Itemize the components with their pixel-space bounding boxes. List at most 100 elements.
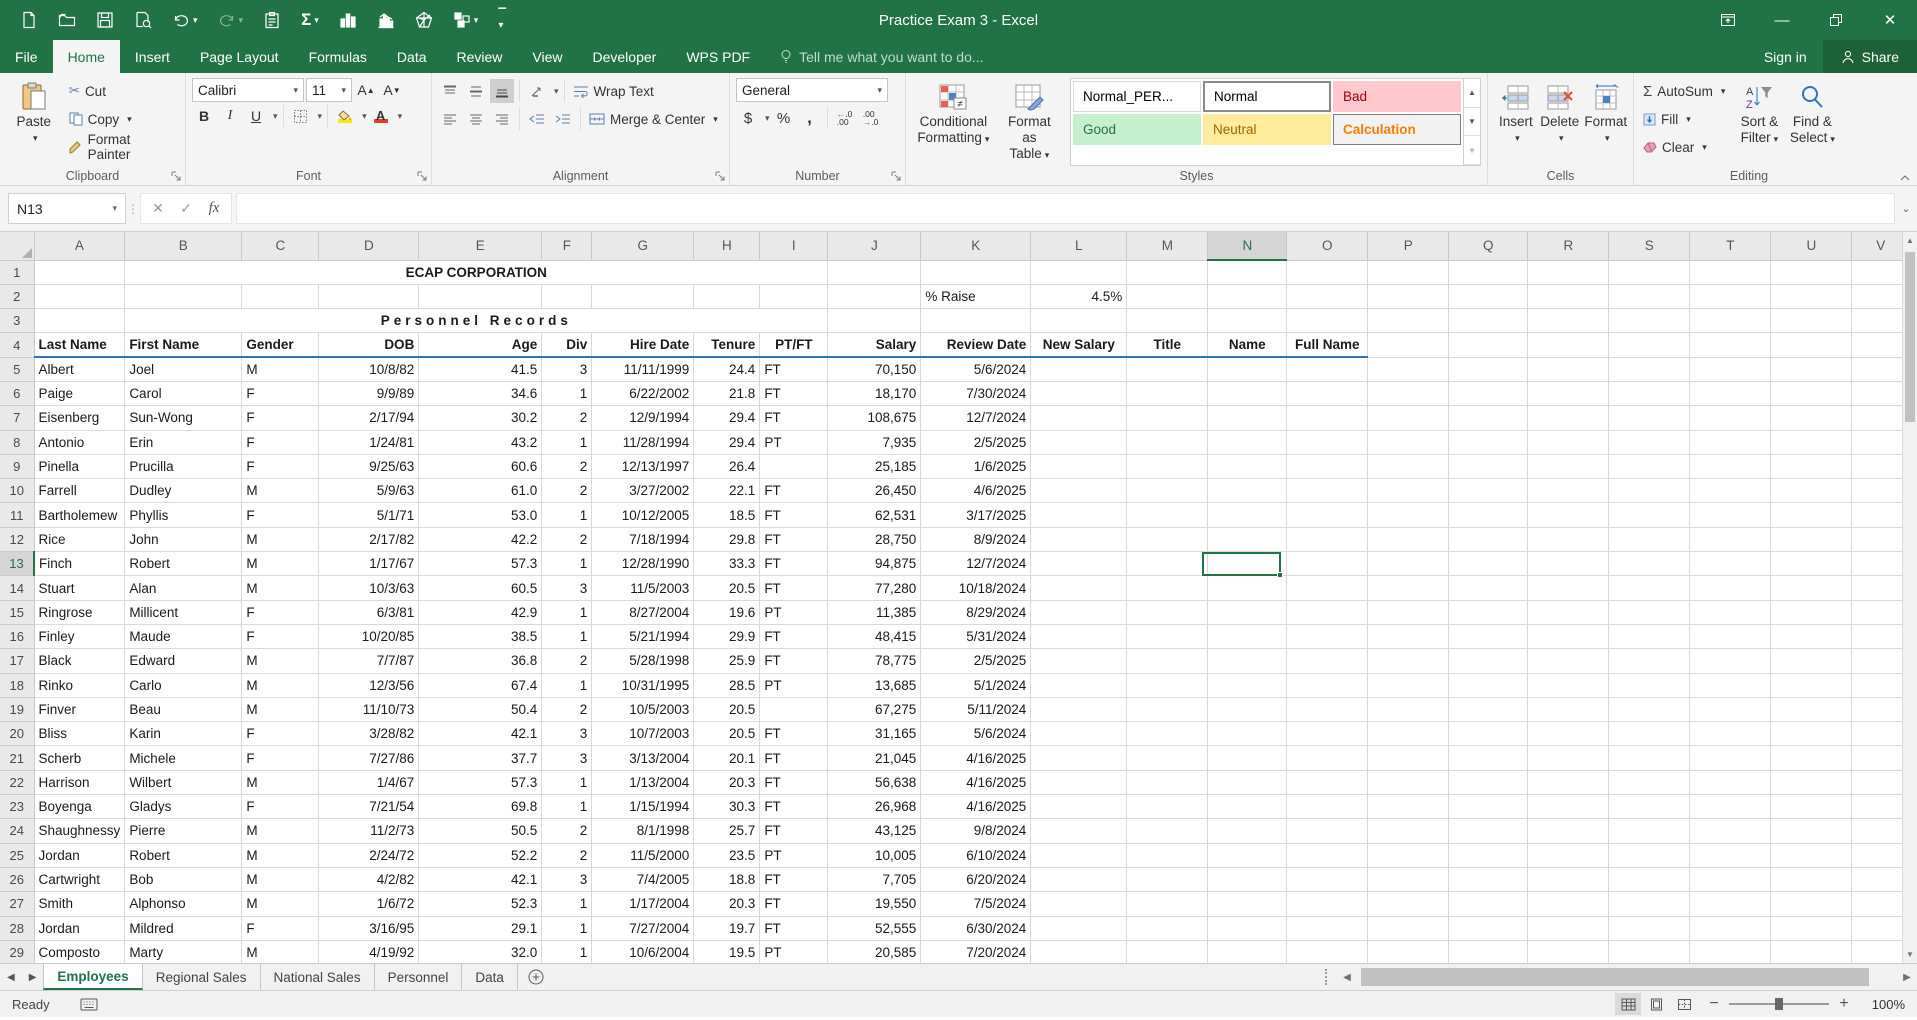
tab-data[interactable]: Data: [382, 40, 442, 73]
cell[interactable]: M: [242, 867, 319, 891]
cell[interactable]: M: [242, 479, 319, 503]
cell[interactable]: 42.9: [419, 600, 542, 624]
cell[interactable]: Robert: [125, 843, 242, 867]
cell[interactable]: 10/20/85: [319, 624, 419, 648]
cell[interactable]: Bob: [125, 867, 242, 891]
cell[interactable]: 7/5/2024: [921, 892, 1031, 916]
customize-qat-icon[interactable]: ▔▾: [488, 0, 516, 40]
cell[interactable]: 20.5: [694, 697, 760, 721]
tab-home[interactable]: Home: [53, 40, 120, 73]
cell[interactable]: Karin: [125, 722, 242, 746]
cell[interactable]: F: [242, 381, 319, 405]
column-header-D[interactable]: D: [319, 232, 419, 260]
cell[interactable]: 1: [542, 430, 592, 454]
row-header-22[interactable]: 22: [0, 770, 34, 794]
cell[interactable]: Jordan: [34, 843, 125, 867]
tab-view[interactable]: View: [517, 40, 577, 73]
row-header-27[interactable]: 27: [0, 892, 34, 916]
bold-button[interactable]: B: [192, 104, 216, 128]
cell[interactable]: 1/15/1994: [592, 795, 694, 819]
cell[interactable]: 7/20/2024: [921, 940, 1031, 963]
cell[interactable]: 3: [542, 357, 592, 381]
horizontal-scrollbar[interactable]: [1357, 964, 1897, 990]
cell[interactable]: 3: [542, 746, 592, 770]
cell[interactable]: 12/7/2024: [921, 552, 1031, 576]
field-header-pt-ft[interactable]: PT/FT: [760, 333, 828, 357]
cell[interactable]: 1/13/2004: [592, 770, 694, 794]
decrease-decimal-button[interactable]: .00→.0: [859, 106, 883, 130]
cell[interactable]: 57.3: [419, 770, 542, 794]
cell[interactable]: John: [125, 527, 242, 551]
cell[interactable]: F: [242, 454, 319, 478]
cell[interactable]: 67.4: [419, 673, 542, 697]
format-as-table-button[interactable]: Format asTable▾: [995, 78, 1064, 166]
styles-scroll-down-icon[interactable]: ▼: [1464, 108, 1480, 137]
cell[interactable]: 42.2: [419, 527, 542, 551]
cancel-icon[interactable]: ✕: [145, 200, 171, 217]
cell[interactable]: F: [242, 746, 319, 770]
delete-cells-button[interactable]: Delete▾: [1538, 78, 1582, 166]
cell[interactable]: Shaughnessy: [34, 819, 125, 843]
cell[interactable]: [760, 697, 828, 721]
cell[interactable]: 77,280: [828, 576, 921, 600]
row-header-13[interactable]: 13: [0, 552, 34, 576]
cell[interactable]: 62,531: [828, 503, 921, 527]
cell[interactable]: 60.6: [419, 454, 542, 478]
keyboard-icon[interactable]: [80, 998, 98, 1011]
cell[interactable]: Edward: [125, 649, 242, 673]
cell[interactable]: M: [242, 357, 319, 381]
cell-style-calculation[interactable]: Calculation: [1333, 114, 1461, 145]
cell[interactable]: 2: [542, 479, 592, 503]
row-header-5[interactable]: 5: [0, 357, 34, 381]
autosum-qat-icon[interactable]: Σ▾: [291, 0, 329, 40]
cell[interactable]: 4/19/92: [319, 940, 419, 963]
select-all-corner[interactable]: [22, 248, 32, 258]
cell[interactable]: Paige: [34, 381, 125, 405]
row-header-14[interactable]: 14: [0, 576, 34, 600]
cell[interactable]: 34.6: [419, 381, 542, 405]
cell[interactable]: 1: [542, 770, 592, 794]
cell[interactable]: 19.6: [694, 600, 760, 624]
increase-indent-button[interactable]: [551, 107, 575, 131]
cell[interactable]: 19.7: [694, 916, 760, 940]
zoom-level[interactable]: 100%: [1861, 997, 1905, 1012]
fill-handle[interactable]: [1277, 572, 1283, 578]
cell[interactable]: 8/29/2024: [921, 600, 1031, 624]
cell[interactable]: 19,550: [828, 892, 921, 916]
cell[interactable]: 3/13/2004: [592, 746, 694, 770]
cell[interactable]: 3/17/2025: [921, 503, 1031, 527]
open-icon[interactable]: [48, 0, 86, 40]
zoom-slider[interactable]: [1729, 1003, 1829, 1005]
cell[interactable]: 2/5/2025: [921, 430, 1031, 454]
cell[interactable]: PT: [760, 673, 828, 697]
row-header-3[interactable]: 3: [0, 309, 34, 333]
column-header-C[interactable]: C: [242, 232, 319, 260]
row-header-16[interactable]: 16: [0, 624, 34, 648]
cell[interactable]: FT: [760, 649, 828, 673]
cell[interactable]: 10/7/2003: [592, 722, 694, 746]
cell[interactable]: FT: [760, 357, 828, 381]
cell[interactable]: 24.4: [694, 357, 760, 381]
column-header-R[interactable]: R: [1528, 232, 1609, 260]
undo-icon[interactable]: ▾: [162, 0, 208, 40]
cell[interactable]: 41.5: [419, 357, 542, 381]
cell[interactable]: 20,585: [828, 940, 921, 963]
row-header-26[interactable]: 26: [0, 867, 34, 891]
cell[interactable]: 11,385: [828, 600, 921, 624]
field-header-title[interactable]: Title: [1127, 333, 1208, 357]
cell[interactable]: Wilbert: [125, 770, 242, 794]
increase-font-size-button[interactable]: A▲: [354, 78, 378, 102]
column-header-O[interactable]: O: [1287, 232, 1368, 260]
cell[interactable]: FT: [760, 795, 828, 819]
tab-review[interactable]: Review: [442, 40, 518, 73]
raise-label-cell[interactable]: % Raise: [921, 284, 1031, 308]
cell[interactable]: Boyenga: [34, 795, 125, 819]
row-header-18[interactable]: 18: [0, 673, 34, 697]
cell[interactable]: Albert: [34, 357, 125, 381]
field-header-hire-date[interactable]: Hire Date: [592, 333, 694, 357]
cell[interactable]: 29.1: [419, 916, 542, 940]
cell[interactable]: 50.4: [419, 697, 542, 721]
row-header-4[interactable]: 4: [0, 333, 34, 357]
row-header-6[interactable]: 6: [0, 381, 34, 405]
row-header-24[interactable]: 24: [0, 819, 34, 843]
